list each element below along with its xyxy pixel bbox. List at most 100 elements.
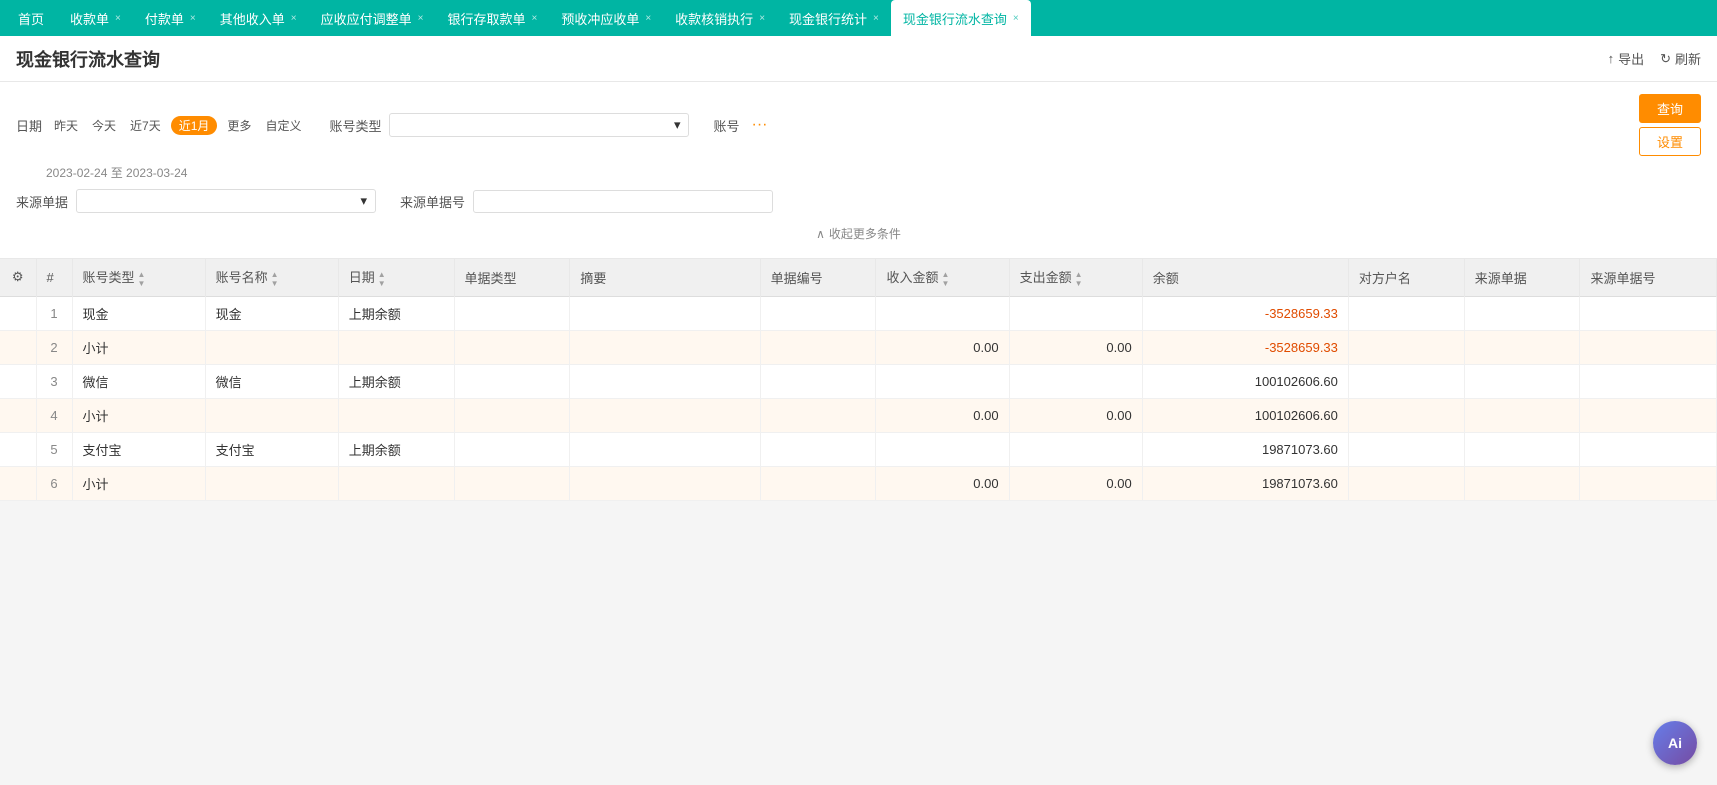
cell-doc-no	[760, 364, 876, 398]
cell-summary	[570, 364, 760, 398]
close-icon[interactable]: ×	[190, 13, 196, 24]
close-icon[interactable]: ×	[873, 13, 879, 24]
refresh-icon: ↻	[1660, 51, 1671, 67]
cell-date	[338, 330, 454, 364]
source-doc-label: 来源单据	[16, 192, 68, 211]
close-icon[interactable]: ×	[418, 13, 424, 24]
cell-expense: 0.00	[1009, 398, 1142, 432]
header-actions: ↑ 导出 ↻ 刷新	[1608, 49, 1701, 68]
nav-tab-advance-offset[interactable]: 预收冲应收单 ×	[549, 0, 663, 36]
cell-account-name: 微信	[205, 364, 338, 398]
cell-date	[338, 466, 454, 500]
date-opt-custom[interactable]: 自定义	[261, 116, 305, 135]
table-row: 2 小计 0.00 0.00 -3528659.33	[0, 330, 1717, 364]
source-doc-no-label: 来源单据号	[400, 192, 465, 211]
cell-date: 上期余额	[338, 364, 454, 398]
ai-badge[interactable]: Ai	[1653, 721, 1697, 765]
col-account-type[interactable]: 账号类型▲▼	[72, 259, 205, 296]
date-opt-yesterday[interactable]: 昨天	[50, 116, 82, 135]
col-gear[interactable]: ⚙	[0, 259, 36, 296]
date-options: 昨天 今天 近7天 近1月 更多 自定义	[50, 116, 305, 135]
cell-account-type: 小计	[72, 398, 205, 432]
close-icon[interactable]: ×	[531, 13, 537, 24]
cell-account-type: 小计	[72, 330, 205, 364]
col-doc-no: 单据编号	[760, 259, 876, 296]
cell-account-name: 现金	[205, 296, 338, 330]
date-opt-today[interactable]: 今天	[88, 116, 120, 135]
close-icon[interactable]: ×	[759, 13, 765, 24]
date-opt-1month[interactable]: 近1月	[171, 116, 218, 135]
close-icon[interactable]: ×	[1013, 13, 1019, 24]
query-button[interactable]: 查询	[1639, 94, 1701, 123]
chevron-down-icon: ▾	[360, 193, 367, 209]
cell-account-type: 小计	[72, 466, 205, 500]
col-expense[interactable]: 支出金额▲▼	[1009, 259, 1142, 296]
nav-tab-cash-bank-stat[interactable]: 现金银行统计 ×	[777, 0, 891, 36]
col-account-name[interactable]: 账号名称▲▼	[205, 259, 338, 296]
cell-counterpart	[1348, 296, 1464, 330]
cell-expense	[1009, 364, 1142, 398]
settings-button[interactable]: 设置	[1639, 127, 1701, 156]
cell-income: 0.00	[876, 466, 1009, 500]
cell-counterpart	[1348, 330, 1464, 364]
cell-summary	[570, 466, 760, 500]
close-icon[interactable]: ×	[645, 13, 651, 24]
cell-doc-no	[760, 398, 876, 432]
cell-date: 上期余额	[338, 296, 454, 330]
cell-source-doc-no	[1580, 296, 1717, 330]
close-icon[interactable]: ×	[291, 13, 297, 24]
table-container: ⚙ # 账号类型▲▼ 账号名称▲▼ 日期▲▼ 单据类型 摘要 单据编号 收入金额…	[0, 259, 1717, 501]
chevron-down-icon: ▾	[674, 117, 681, 133]
cell-source-doc	[1464, 364, 1580, 398]
cell-row-num: 3	[36, 364, 72, 398]
cell-source-doc	[1464, 330, 1580, 364]
page-header: 现金银行流水查询 ↑ 导出 ↻ 刷新	[0, 36, 1717, 82]
cell-source-doc	[1464, 466, 1580, 500]
cell-gear	[0, 330, 36, 364]
nav-home[interactable]: 首页	[4, 0, 58, 36]
cell-income	[876, 364, 1009, 398]
cell-source-doc-no	[1580, 330, 1717, 364]
cell-expense: 0.00	[1009, 466, 1142, 500]
nav-tab-ar-ap-adjust[interactable]: 应收应付调整单 ×	[309, 0, 436, 36]
date-opt-7days[interactable]: 近7天	[126, 116, 165, 135]
export-button[interactable]: ↑ 导出	[1608, 49, 1645, 68]
cell-account-name	[205, 330, 338, 364]
collapse-bar[interactable]: ∧ 收起更多条件	[16, 221, 1701, 246]
cell-gear	[0, 296, 36, 330]
source-doc-no-input[interactable]	[473, 190, 773, 213]
account-type-select[interactable]: ▾	[389, 113, 689, 137]
table-row: 6 小计 0.00 0.00 19871073.60	[0, 466, 1717, 500]
cell-source-doc-no	[1580, 466, 1717, 500]
cell-date	[338, 398, 454, 432]
nav-tab-cash-bank-flow[interactable]: 现金银行流水查询 ×	[891, 0, 1031, 36]
cell-summary	[570, 398, 760, 432]
refresh-button[interactable]: ↻ 刷新	[1660, 49, 1701, 68]
page-title: 现金银行流水查询	[16, 46, 160, 72]
cell-row-num: 1	[36, 296, 72, 330]
nav-tab-collection-exec[interactable]: 收款核销执行 ×	[663, 0, 777, 36]
source-doc-filter-group: 来源单据 ▾	[16, 189, 376, 213]
nav-tab-other-income[interactable]: 其他收入单 ×	[208, 0, 309, 36]
source-doc-select[interactable]: ▾	[76, 189, 376, 213]
col-doc-type: 单据类型	[454, 259, 570, 296]
account-no-ellipsis[interactable]: ···	[747, 116, 771, 134]
cell-balance: 19871073.60	[1142, 466, 1348, 500]
cell-doc-type	[454, 364, 570, 398]
col-income[interactable]: 收入金额▲▼	[876, 259, 1009, 296]
date-opt-more[interactable]: 更多	[223, 116, 255, 135]
cell-doc-type	[454, 296, 570, 330]
nav-tab-bank-deposit[interactable]: 银行存取款单 ×	[435, 0, 549, 36]
col-date[interactable]: 日期▲▼	[338, 259, 454, 296]
date-filter-group: 日期 昨天 今天 近7天 近1月 更多 自定义	[16, 116, 305, 135]
cell-income: 0.00	[876, 398, 1009, 432]
cell-balance: -3528659.33	[1142, 296, 1348, 330]
nav-tab-receipts[interactable]: 收款单 ×	[58, 0, 133, 36]
cell-doc-type	[454, 398, 570, 432]
nav-tab-payments[interactable]: 付款单 ×	[133, 0, 208, 36]
account-no-label: 账号	[713, 116, 739, 135]
close-icon[interactable]: ×	[115, 13, 121, 24]
cell-gear	[0, 364, 36, 398]
col-balance: 余额	[1142, 259, 1348, 296]
account-type-filter-group: 账号类型 ▾	[329, 113, 689, 137]
